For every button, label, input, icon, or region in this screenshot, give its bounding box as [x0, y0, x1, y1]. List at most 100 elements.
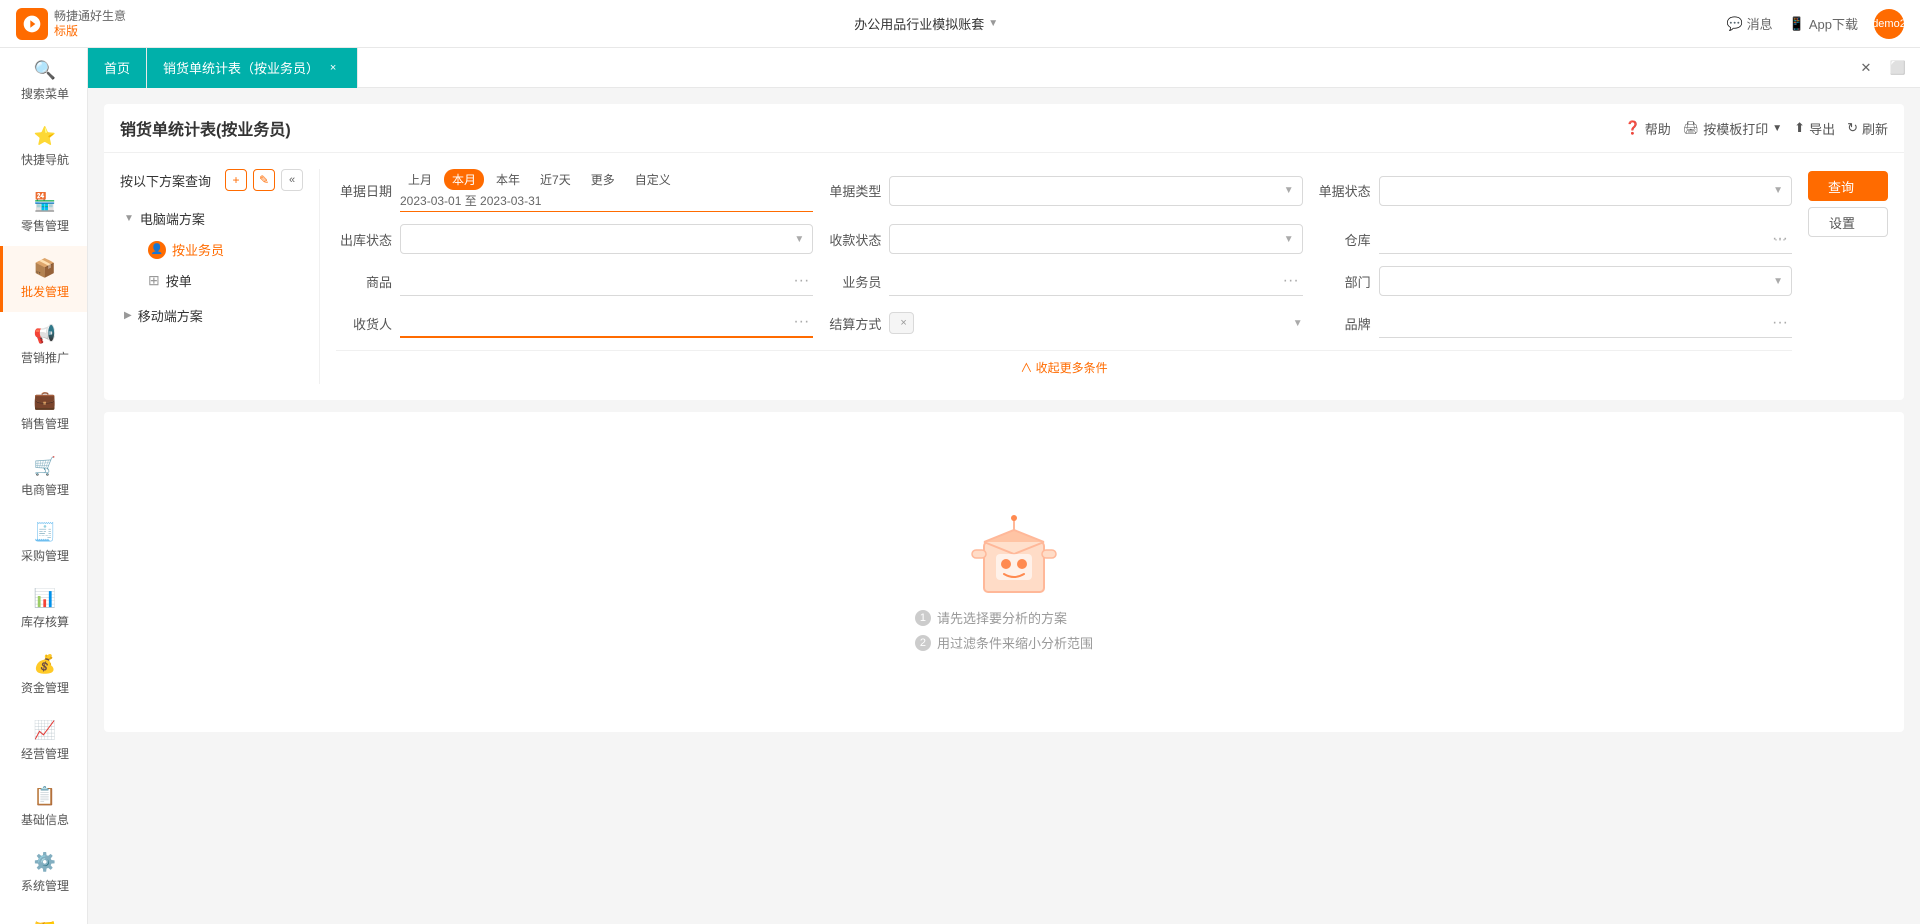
salesman-control[interactable]: ··· — [889, 266, 1302, 296]
brand-control[interactable]: ··· — [1379, 308, 1792, 338]
goods-label: 商品 — [336, 272, 392, 291]
panel-header-actions: + ✎ « — [225, 169, 303, 191]
template-print-button[interactable]: 🖨 按模板打印 ▼ — [1683, 119, 1782, 138]
filter-field-receive-status: 收款状态 ▼ — [825, 224, 1302, 254]
sidebar-item-finance[interactable]: 💰 资金管理 — [0, 642, 87, 708]
sidebar-item-enterprise[interactable]: 🤝 企业协同 — [0, 906, 87, 924]
receiver-input[interactable]: ··· — [400, 308, 813, 338]
logo-area[interactable]: 畅捷通好生意 标版 — [16, 8, 126, 40]
dots-icon: ··· — [1283, 272, 1299, 290]
sidebar-item-purchase[interactable]: 🧾 采购管理 — [0, 510, 87, 576]
settlement-tag-close[interactable]: × — [900, 317, 906, 329]
page-header: 销货单统计表(按业务员) ❓ 帮助 🖨 按模板打印 ▼ ⬆ 导出 — [104, 104, 1904, 153]
main-layout: 🔍 搜索菜单 ⭐ 快捷导航 🏪 零售管理 📦 批发管理 📢 营销推广 💼 销售管… — [0, 48, 1920, 924]
tree-item-desktop[interactable]: ▼ 电脑端方案 — [120, 203, 303, 234]
settlement-tag: × — [889, 312, 913, 334]
receiver-control[interactable]: ··· — [400, 308, 813, 338]
scheme-by-salesman[interactable]: 👤 按业务员 — [144, 234, 303, 265]
goods-control[interactable]: ··· — [400, 266, 813, 296]
receive-status-select[interactable]: ▼ — [889, 224, 1302, 254]
topbar: 畅捷通好生意 标版 办公用品行业模拟账套 ▼ 💬 消息 📱 App下载 demo… — [0, 0, 1920, 48]
tab-sales-report[interactable]: 销货单统计表（按业务员） × — [147, 48, 358, 88]
package-icon: 📦 — [34, 258, 56, 279]
date-tab-custom[interactable]: 自定义 — [627, 169, 679, 190]
filter-field-receiver: 收货人 ··· — [336, 308, 813, 338]
star-icon: ⭐ — [34, 126, 56, 147]
out-status-select[interactable]: ▼ — [400, 224, 813, 254]
out-status-control[interactable]: ▼ — [400, 224, 813, 254]
warehouse-input[interactable]: ··· — [1379, 224, 1792, 254]
sidebar-item-ecommerce[interactable]: 🛒 电商管理 — [0, 444, 87, 510]
sidebar-item-basic-info[interactable]: 📋 基础信息 — [0, 774, 87, 840]
x-icon: ✕ — [1861, 60, 1872, 76]
date-tab-this-month[interactable]: 本月 — [444, 169, 484, 190]
scheme-by-order[interactable]: ⊞ 按单 — [144, 265, 303, 296]
doc-status-control[interactable]: ▼ — [1379, 176, 1792, 206]
dept-control[interactable]: ▼ — [1379, 266, 1792, 296]
settings-button[interactable]: 设置 — [1808, 207, 1888, 237]
salesman-input[interactable]: ··· — [889, 266, 1302, 296]
filter-row-4: 收货人 ··· 结算方式 — [336, 308, 1792, 338]
sidebar-item-search-menu[interactable]: 🔍 搜索菜单 — [0, 48, 87, 114]
filter-field-goods: 商品 ··· — [336, 266, 813, 296]
sidebar-item-marketing[interactable]: 📢 营销推广 — [0, 312, 87, 378]
empty-state: 1 请先选择要分析的方案 2 用过滤条件来缩小分析范围 — [104, 412, 1904, 732]
collapse-panel-button[interactable]: « — [281, 169, 303, 191]
app-selector[interactable]: 办公用品行业模拟账套 ▼ — [854, 14, 998, 33]
sidebar-item-quick-nav[interactable]: ⭐ 快捷导航 — [0, 114, 87, 180]
doc-type-control[interactable]: ▼ — [889, 176, 1302, 206]
user-avatar[interactable]: demo2 — [1874, 9, 1904, 39]
doc-status-label: 单据状态 — [1315, 181, 1371, 200]
filter-field-brand: 品牌 ··· — [1315, 308, 1792, 338]
app-download-button[interactable]: 📱 App下载 — [1789, 14, 1858, 33]
sidebar-item-sales[interactable]: 💼 销售管理 — [0, 378, 87, 444]
brand-input[interactable]: ··· — [1379, 308, 1792, 338]
export-button[interactable]: ⬆ 导出 — [1794, 119, 1835, 138]
tab-restore-action[interactable]: ⬜ — [1884, 54, 1912, 82]
chart-icon: 📊 — [34, 588, 56, 609]
filter-left-panel: 按以下方案查询 + ✎ « — [120, 169, 320, 384]
restore-icon: ⬜ — [1890, 60, 1906, 76]
tab-close-button[interactable]: × — [325, 60, 341, 76]
filter-field-warehouse: 仓库 ··· — [1315, 224, 1792, 254]
page-actions: ❓ 帮助 🖨 按模板打印 ▼ ⬆ 导出 ↻ 刷新 — [1625, 119, 1888, 138]
download-icon: 📱 — [1789, 16, 1805, 32]
panel-header: 按以下方案查询 + ✎ « — [120, 169, 303, 191]
date-tab-7days[interactable]: 近7天 — [532, 169, 579, 190]
query-button[interactable]: 查询 — [1808, 171, 1888, 201]
sidebar-item-inventory[interactable]: 📊 库存核算 — [0, 576, 87, 642]
dots-icon: ··· — [793, 272, 809, 290]
export-icon: ⬆ — [1794, 120, 1805, 136]
goods-input[interactable]: ··· — [400, 266, 813, 296]
refresh-button[interactable]: ↻ 刷新 — [1847, 119, 1888, 138]
filter-field-out-status: 出库状态 ▼ — [336, 224, 813, 254]
add-scheme-button[interactable]: + — [225, 169, 247, 191]
chevron-down-icon: ▼ — [794, 234, 804, 245]
edit-icon: ✎ — [259, 173, 269, 187]
date-tab-prev-month[interactable]: 上月 — [400, 169, 440, 190]
filter-right-panel: 单据日期 上月 本月 本年 近7天 更多 — [336, 169, 1792, 384]
sidebar-item-system[interactable]: ⚙️ 系统管理 — [0, 840, 87, 906]
sidebar-item-wholesale[interactable]: 📦 批发管理 — [0, 246, 87, 312]
date-tabs: 上月 本月 本年 近7天 更多 自定义 — [400, 169, 679, 190]
sidebar-item-operations[interactable]: 📈 经营管理 — [0, 708, 87, 774]
edit-scheme-button[interactable]: ✎ — [253, 169, 275, 191]
warehouse-control[interactable]: ··· — [1379, 224, 1792, 254]
receive-status-label: 收款状态 — [825, 230, 881, 249]
tab-home[interactable]: 首页 — [88, 48, 147, 88]
date-tab-more[interactable]: 更多 — [583, 169, 623, 190]
message-button[interactable]: 💬 消息 — [1726, 14, 1772, 33]
dept-select[interactable]: ▼ — [1379, 266, 1792, 296]
tip-num-1: 1 — [915, 610, 931, 626]
doc-status-select[interactable]: ▼ — [1379, 176, 1792, 206]
date-tab-this-year[interactable]: 本年 — [488, 169, 528, 190]
help-button[interactable]: ❓ 帮助 — [1625, 119, 1671, 138]
logo-icon — [16, 8, 48, 40]
tab-close-action[interactable]: ✕ — [1852, 54, 1880, 82]
btn-group: 查询 设置 — [1808, 169, 1888, 384]
doc-type-select[interactable]: ▼ — [889, 176, 1302, 206]
sidebar-item-retail[interactable]: 🏪 零售管理 — [0, 180, 87, 246]
tree-item-mobile[interactable]: ▶ 移动端方案 — [120, 300, 303, 331]
collapse-bar[interactable]: ∧ 收起更多条件 — [336, 350, 1792, 384]
receive-status-control[interactable]: ▼ — [889, 224, 1302, 254]
